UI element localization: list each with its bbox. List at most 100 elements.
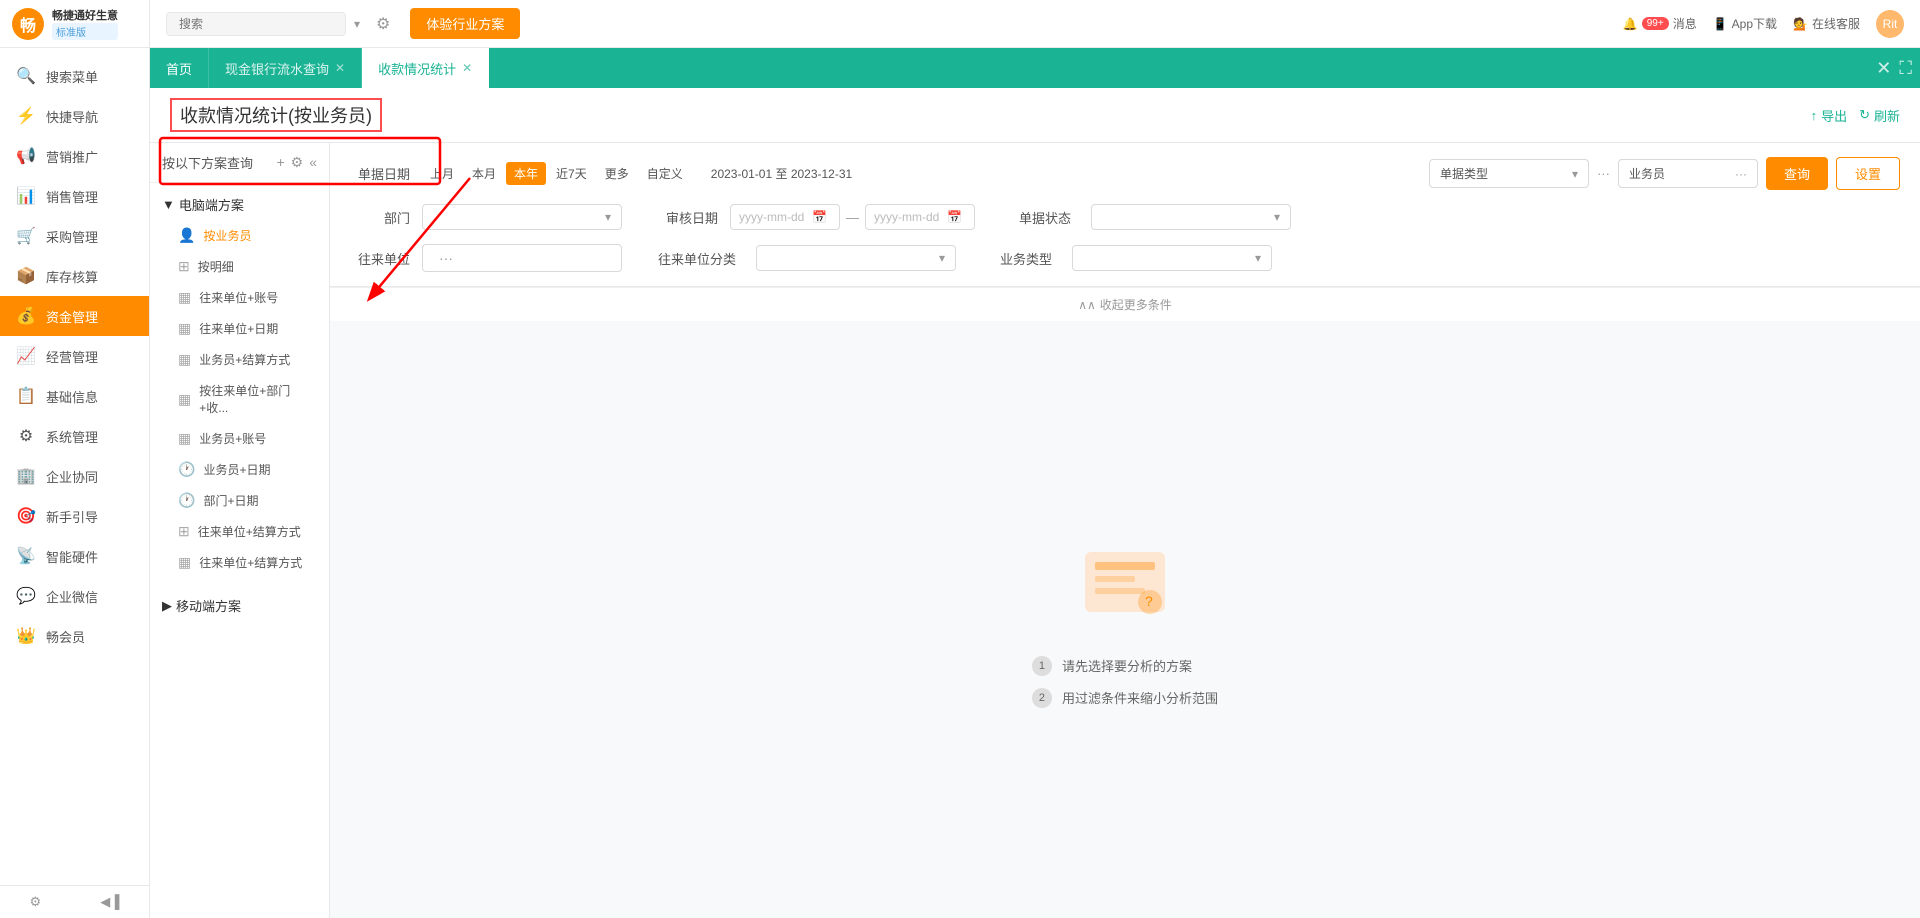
scheme-group-desktop-header[interactable]: ▼ 电脑端方案 [150,189,329,220]
review-date-to-placeholder: yyyy-mm-dd [874,210,939,224]
chart-icon: ▦ [178,351,191,368]
sidebar-item-sales[interactable]: 📊 销售管理 [0,176,149,216]
user-avatar[interactable]: Rit [1876,10,1904,38]
empty-area: ? 1 请先选择要分析的方案 2 用过滤条件来缩小分析范围 [330,321,1920,918]
sidebar-item-basic-info[interactable]: 📋 基础信息 [0,376,149,416]
header-dropdown-arrow-icon[interactable]: ▾ [354,17,360,31]
step-1-text: 请先选择要分析的方案 [1062,656,1192,675]
scheme-group-desktop: ▼ 电脑端方案 👤 按业务员 ⊞ 按明细 ▦ 往来单位+账号 ▦ 往来单位 [150,183,329,584]
filter-add-icon[interactable]: + [276,154,284,171]
date-tab-this-month[interactable]: 本月 [464,162,504,185]
messages-btn[interactable]: 🔔 99+ 消息 [1623,15,1697,32]
tab-receipt-stats-close-icon[interactable]: ✕ [462,61,472,75]
clock2-icon: 🕐 [178,492,195,509]
biz-type-select[interactable]: ▾ [1072,245,1272,271]
scheme-item-dept-date[interactable]: 🕐 部门+日期 [150,485,329,516]
sidebar-item-wechat[interactable]: 💬 企业微信 [0,576,149,616]
online-service-btn[interactable]: 💁 在线客服 [1793,15,1860,32]
calendar-icon: 📅 [812,210,827,224]
app-download-label: App下载 [1732,15,1777,32]
collapse-more-btn[interactable]: ∧∧ 收起更多条件 [330,287,1920,321]
empty-steps: 1 请先选择要分析的方案 2 用过滤条件来缩小分析范围 [1032,656,1218,708]
app-download-icon: 📱 [1713,17,1728,31]
export-label: 导出 [1821,106,1847,125]
date-tab-custom[interactable]: 自定义 [639,162,691,185]
empty-illustration: ? [1065,532,1185,632]
tab-home[interactable]: 首页 [150,48,209,88]
filter-settings-icon[interactable]: ⚙ [291,154,304,171]
scheme-item-partner-settle2[interactable]: ▦ 往来单位+结算方式 [150,547,329,578]
sidebar-item-purchase[interactable]: 🛒 采购管理 [0,216,149,256]
scheme-item-partner-date[interactable]: ▦ 往来单位+日期 [150,313,329,344]
clock-icon: 🕐 [178,461,195,478]
calendar2-icon: 📅 [947,210,962,224]
query-btn[interactable]: 查询 [1766,157,1828,190]
tab-expand-btn[interactable]: ⛶ [1899,58,1912,79]
scheme-item-by-detail[interactable]: ⊞ 按明细 [150,251,329,282]
partner-more-icon[interactable]: ··· [439,250,453,266]
sidebar-item-smart-hw[interactable]: 📡 智能硬件 [0,536,149,576]
sales-icon: 📊 [16,186,36,206]
sidebar-nav: 🔍 搜索菜单 ⚡ 快捷导航 📢 营销推广 📊 销售管理 🛒 采购管理 📦 库存核… [0,48,149,885]
date-tab-7days[interactable]: 近7天 [548,162,595,185]
export-btn[interactable]: ↑ 导出 [1811,106,1848,125]
header-right: 🔔 99+ 消息 📱 App下载 💁 在线客服 Rit [1623,10,1904,38]
sidebar-item-marketing[interactable]: 📢 营销推广 [0,136,149,176]
tab-receipt-stats[interactable]: 收款情况统计 ✕ [362,48,489,88]
sidebar-settings-btn[interactable]: ⚙ [30,894,42,910]
smart-hw-icon: 📡 [16,546,36,566]
sidebar-item-quick-nav[interactable]: ⚡ 快捷导航 [0,96,149,136]
tab-bank-flow-close-icon[interactable]: ✕ [335,61,345,75]
dept-select[interactable]: ▾ [422,204,622,230]
sidebar-item-enterprise[interactable]: 🏢 企业协同 [0,456,149,496]
scheme-item-label: 往来单位+账号 [199,289,278,306]
doc-type-select[interactable]: 单据类型 ▾ [1429,159,1589,188]
refresh-btn[interactable]: ↻ 刷新 [1859,106,1900,125]
scheme-item-salesperson-account[interactable]: ▦ 业务员+账号 [150,423,329,454]
date-tab-more[interactable]: 更多 [597,162,637,185]
date-tab-last-month[interactable]: 上月 [422,162,462,185]
doc-status-select[interactable]: ▾ [1091,204,1291,230]
operations-icon: 📈 [16,346,36,366]
sidebar-item-system[interactable]: ⚙ 系统管理 [0,416,149,456]
filter-collapse-icon[interactable]: « [309,154,317,171]
dept-label: 部门 [350,208,410,227]
scheme-group-mobile: ▶ 移动端方案 [150,584,329,627]
sidebar-collapse-btn[interactable]: ◀▐ [100,894,119,910]
review-date-input-group: yyyy-mm-dd 📅 — yyyy-mm-dd 📅 [730,204,975,230]
settings-btn[interactable]: 设置 [1836,157,1900,190]
review-date-to-input[interactable]: yyyy-mm-dd 📅 [865,204,975,230]
scheme-item-salesperson-date[interactable]: 🕐 业务员+日期 [150,454,329,485]
sidebar-item-guide[interactable]: 🎯 新手引导 [0,496,149,536]
scheme-item-partner-account[interactable]: ▦ 往来单位+账号 [150,282,329,313]
refresh-label: 刷新 [1874,106,1900,125]
sidebar-item-label: 采购管理 [46,227,98,246]
trial-btn[interactable]: 体验行业方案 [410,8,520,39]
scheme-item-by-salesperson[interactable]: 👤 按业务员 [150,220,329,251]
sidebar-item-finance[interactable]: 💰 资金管理 [0,296,149,336]
scheme-item-partner-settle1[interactable]: ⊞ 往来单位+结算方式 [150,516,329,547]
sidebar-item-member[interactable]: 👑 畅会员 [0,616,149,656]
partner-input[interactable]: ··· [422,244,622,272]
doc-type-more-icon[interactable]: ··· [1597,166,1610,181]
app-download-btn[interactable]: 📱 App下载 [1713,15,1777,32]
top-header: ▾ ⚙ 体验行业方案 🔔 99+ 消息 📱 App下载 💁 在线客服 Rit [150,0,1920,48]
header-gear-icon[interactable]: ⚙ [376,14,390,34]
sidebar-item-search-menu[interactable]: 🔍 搜索菜单 [0,56,149,96]
date-range-text: 2023-01-01 至 2023-12-31 [711,165,852,182]
header-search-input[interactable] [166,12,346,36]
scheme-item-partner-dept[interactable]: ▦ 按往来单位+部门+收... [150,375,329,423]
partner-category-select[interactable]: ▾ [756,245,956,271]
sidebar-item-operations[interactable]: 📈 经营管理 [0,336,149,376]
review-date-from-input[interactable]: yyyy-mm-dd 📅 [730,204,840,230]
sidebar-item-inventory[interactable]: 📦 库存核算 [0,256,149,296]
scheme-item-salesperson-settle[interactable]: ▦ 业务员+结算方式 [150,344,329,375]
tab-close-all-btn[interactable]: ✕ [1876,58,1891,79]
scheme-group-mobile-header[interactable]: ▶ 移动端方案 [150,590,329,621]
table4-icon: ▦ [178,430,191,447]
date-tab-this-year[interactable]: 本年 [506,162,546,185]
page-title-bar: 收款情况统计(按业务员) ↑ 导出 ↻ 刷新 [150,88,1920,143]
query-filters: 单据日期 上月 本月 本年 近7天 更多 自定义 2023-01-01 至 20… [330,143,1920,287]
tab-bank-flow[interactable]: 现金银行流水查询 ✕ [209,48,362,88]
salesperson-select[interactable]: 业务员 ··· [1618,159,1758,188]
